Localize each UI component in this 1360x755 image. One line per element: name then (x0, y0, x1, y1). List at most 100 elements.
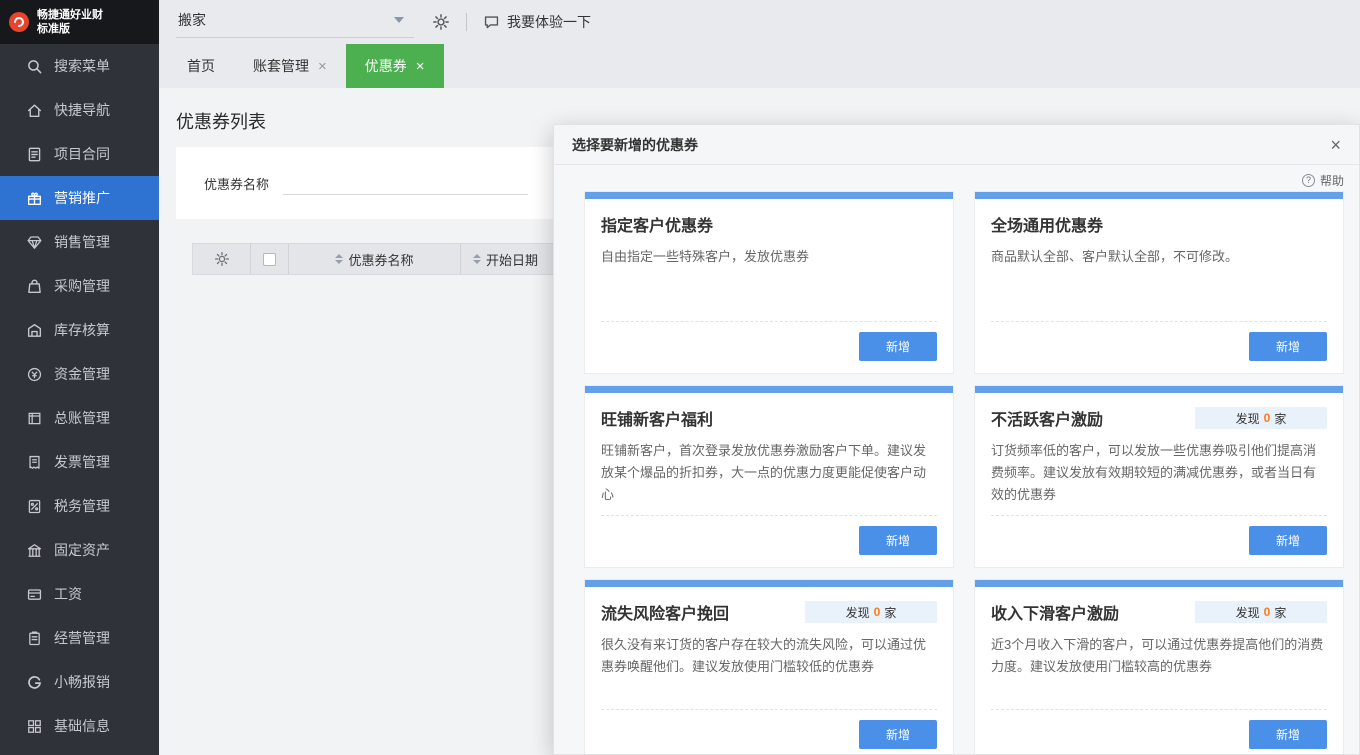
grid-icon (26, 718, 43, 735)
close-icon[interactable]: × (1330, 136, 1341, 154)
sidebar-item-sales[interactable]: 销售管理 (0, 220, 159, 264)
settings-gear-button[interactable] (432, 13, 450, 31)
sidebar-item-payroll[interactable]: 工资 (0, 572, 159, 616)
add-coupon-button[interactable]: 新增 (1248, 332, 1327, 361)
sidebar-item-label: 库存核算 (54, 322, 110, 338)
sidebar-item-quick-nav[interactable]: 快捷导航 (0, 88, 159, 132)
sidebar-item-purchase[interactable]: 采购管理 (0, 264, 159, 308)
help-label: 帮助 (1319, 173, 1344, 188)
badge-prefix: 发现 (1235, 411, 1260, 426)
add-coupon-button[interactable]: 新增 (858, 526, 937, 555)
sort-icon[interactable] (335, 254, 344, 264)
column-header-coupon-name[interactable]: 优惠券名称 (289, 244, 461, 274)
card-description: 旺铺新客户，首次登录发放优惠券激励客户下单。建议发放某个爆品的折扣券，大一点的优… (601, 443, 927, 502)
checkbox-icon (263, 252, 276, 266)
sidebar-item-label: 固定资产 (54, 542, 110, 558)
badge-suffix: 家 (1274, 411, 1287, 426)
add-coupon-button[interactable]: 新增 (858, 720, 937, 749)
sidebar-item-label: 采购管理 (54, 278, 110, 294)
card-title: 收入下滑客户激励 (991, 606, 1120, 623)
sidebar-item-funds[interactable]: 资金管理 (0, 352, 159, 396)
chevron-down-icon (394, 16, 404, 23)
sidebar-item-reimbursement[interactable]: 小畅报销 (0, 660, 159, 704)
coupon-card-grid: 指定客户优惠券 自由指定一些特殊客户，发放优惠券 新增 全场通用优惠券 商品默认… (584, 191, 1344, 754)
sidebar-item-label: 基础信息 (54, 718, 110, 734)
topbar: 搬家 我要体验一下 (159, 0, 1360, 44)
add-coupon-modal: 选择要新增的优惠券 × ? 帮助 指定客户优惠券 自由指定一些特殊客户，发放优惠… (553, 124, 1360, 755)
badge-count: 0 (873, 605, 881, 619)
sidebar-item-basic-info[interactable]: 基础信息 (0, 704, 159, 748)
search-icon (26, 58, 43, 75)
tab-home[interactable]: 首页 (168, 44, 234, 88)
sidebar-item-label: 小畅报销 (54, 674, 110, 690)
close-icon[interactable]: × (416, 59, 425, 74)
sidebar-item-label: 营销推广 (54, 190, 110, 206)
select-all-checkbox[interactable] (251, 244, 289, 274)
chat-bubble-icon (483, 14, 500, 31)
card-description: 自由指定一些特殊客户，发放优惠券 (601, 249, 810, 264)
app-title-line1: 畅捷通好业财 (37, 9, 103, 21)
modal-body: ? 帮助 指定客户优惠券 自由指定一些特殊客户，发放优惠券 新增 全场通用优惠券… (554, 165, 1359, 754)
app-title-line2: 标准版 (37, 23, 70, 35)
sidebar: 畅捷通好业财 标准版 搜索菜单 快捷导航 项目合同 营销推广 销售管理 采购管理… (0, 0, 159, 755)
receipt-icon (26, 454, 43, 471)
sidebar-item-general-ledger[interactable]: 总账管理 (0, 396, 159, 440)
card-title: 不活跃客户激励 (991, 412, 1104, 429)
building-icon (26, 542, 43, 559)
badge-suffix: 家 (884, 605, 897, 620)
tab-label: 首页 (187, 58, 215, 74)
card-accent-bar (585, 192, 953, 199)
sidebar-item-label: 总账管理 (54, 410, 110, 426)
sidebar-item-label: 工资 (54, 586, 82, 602)
dashed-divider (991, 321, 1327, 322)
sidebar-item-inventory[interactable]: 库存核算 (0, 308, 159, 352)
sidebar-item-fixed-assets[interactable]: 固定资产 (0, 528, 159, 572)
badge-prefix: 发现 (1235, 605, 1260, 620)
coupon-card-declining-revenue: 收入下滑客户激励 发现 0 家 近3个月收入下滑的客户，可以通过优惠券提高他们的… (974, 579, 1344, 754)
tab-label: 优惠券 (364, 58, 407, 74)
help-link[interactable]: ? 帮助 (584, 171, 1344, 189)
badge-count: 0 (1263, 411, 1271, 425)
card-description: 商品默认全部、客户默认全部，不可修改。 (991, 249, 1239, 264)
card-description: 很久没有来订货的客户存在较大的流失风险，可以通过优惠券唤醒他们。建议发放使用门槛… (601, 637, 927, 674)
column-settings-button[interactable] (193, 244, 251, 274)
sidebar-item-label: 税务管理 (54, 498, 110, 514)
sidebar-item-label: 搜索菜单 (54, 58, 110, 74)
sidebar-item-label: 销售管理 (54, 234, 110, 250)
sidebar-item-label: 经营管理 (54, 630, 110, 646)
coupon-card-new-customer: 旺铺新客户福利 旺铺新客户，首次登录发放优惠券激励客户下单。建议发放某个爆品的折… (584, 385, 954, 568)
coupon-name-filter-input[interactable] (283, 171, 529, 195)
badge-suffix: 家 (1274, 605, 1287, 620)
warehouse-icon (26, 322, 43, 339)
add-coupon-button[interactable]: 新增 (858, 332, 937, 361)
card-accent-bar (975, 192, 1343, 199)
close-icon[interactable]: × (318, 59, 327, 74)
sidebar-item-project-contract[interactable]: 项目合同 (0, 132, 159, 176)
question-mark-icon: ? (1301, 173, 1315, 187)
app-logo: 畅捷通好业财 标准版 (0, 0, 159, 44)
add-coupon-button[interactable]: 新增 (1248, 526, 1327, 555)
modal-header: 选择要新增的优惠券 × (554, 125, 1359, 165)
experience-button[interactable]: 我要体验一下 (483, 12, 591, 32)
dashed-divider (991, 515, 1327, 516)
sidebar-item-invoice[interactable]: 发票管理 (0, 440, 159, 484)
card-title: 旺铺新客户福利 (601, 412, 714, 429)
sidebar-item-operations[interactable]: 经营管理 (0, 616, 159, 660)
card-accent-bar (975, 386, 1343, 393)
tab-label: 账套管理 (253, 58, 309, 74)
sidebar-item-label: 快捷导航 (54, 102, 110, 118)
sidebar-item-marketing[interactable]: 营销推广 (0, 176, 159, 220)
experience-label: 我要体验一下 (507, 14, 591, 30)
sidebar-item-search-menu[interactable]: 搜索菜单 (0, 44, 159, 88)
card-description: 订货频率低的客户，可以发放一些优惠券吸引他们提高消费频率。建议发放有效期较短的满… (991, 443, 1317, 502)
modal-title: 选择要新增的优惠券 (572, 136, 698, 153)
sidebar-item-tax[interactable]: 税务管理 (0, 484, 159, 528)
g-letter-icon (26, 674, 43, 691)
home-icon (26, 102, 43, 119)
sort-icon[interactable] (473, 254, 481, 264)
tab-account-set[interactable]: 账套管理 × (234, 44, 346, 88)
add-coupon-button[interactable]: 新增 (1248, 720, 1327, 749)
tab-coupon[interactable]: 优惠券 × (345, 44, 444, 88)
diamond-icon (26, 234, 43, 251)
org-selector-dropdown[interactable]: 搬家 (176, 7, 414, 38)
